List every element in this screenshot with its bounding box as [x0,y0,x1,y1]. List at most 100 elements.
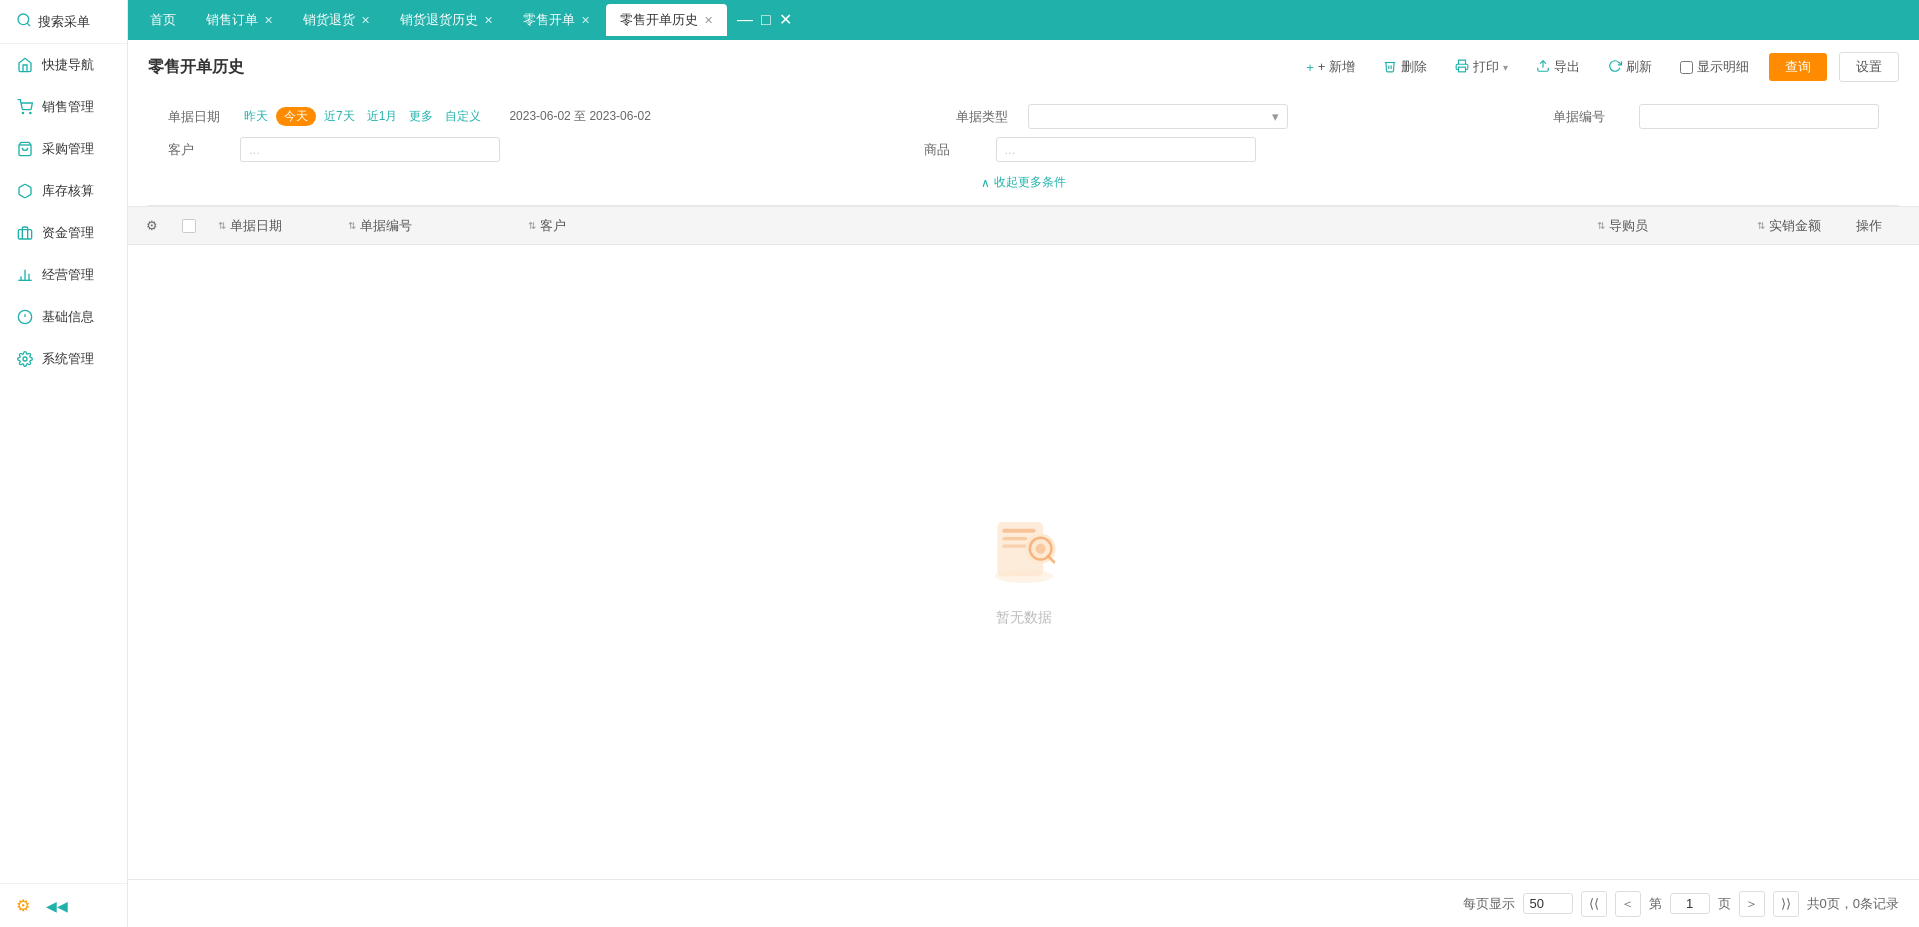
svg-point-0 [18,14,29,25]
tab-sales-return[interactable]: 销货退货 ✕ [289,4,384,36]
sidebar-collapse-icon[interactable]: ◀◀ [46,898,68,914]
product-input-placeholder: ... [1005,142,1016,157]
col-settings[interactable]: ⚙ [138,218,174,233]
date-today[interactable]: 今天 [276,107,316,126]
sidebar-item-finance-mgmt[interactable]: 资金管理 [0,212,127,254]
display-cols-button[interactable]: 显示明细 [1672,54,1757,80]
refresh-button[interactable]: 刷新 [1600,54,1660,80]
sidebar-item-label: 库存核算 [42,182,94,200]
tab-close-icon[interactable]: ✕ [264,15,273,26]
tab-home[interactable]: 首页 [136,4,190,36]
print-button[interactable]: 打印 ▾ [1447,54,1516,80]
sidebar-item-purchase-mgmt[interactable]: 采购管理 [0,128,127,170]
date-1month[interactable]: 近1月 [363,107,402,126]
page-label: 第 [1649,895,1662,913]
col-amount-header[interactable]: ⇅ 实销金额 [1709,217,1829,235]
toolbar: + + 新增 删除 [1298,52,1899,82]
svg-point-2 [22,112,23,113]
customer-input-placeholder: ... [249,142,260,157]
first-page-button[interactable]: ⟨⟨ [1581,891,1607,917]
settings-col-icon: ⚙ [146,218,158,233]
customer-filter-label: 客户 [168,141,224,159]
sidebar-item-label: 系统管理 [42,350,94,368]
col-guide-header[interactable]: ⇅ 导购员 [1589,217,1709,235]
print-icon [1455,59,1469,76]
sidebar-item-stock-mgmt[interactable]: 库存核算 [0,170,127,212]
number-filter-label: 单据编号 [1553,108,1623,126]
tab-sales-order[interactable]: 销售订单 ✕ [192,4,287,36]
tab-retail-open-history[interactable]: 零售开单历史 ✕ [606,4,727,36]
prev-page-button[interactable]: ＜ [1615,891,1641,917]
search-icon [16,12,32,31]
tab-retail-open[interactable]: 零售开单 ✕ [509,4,604,36]
page-title-row: 零售开单历史 + + 新增 删除 [148,52,1899,82]
empty-state: 暂无数据 [128,245,1919,879]
sidebar-item-quick-nav[interactable]: 快捷导航 [0,44,127,86]
tab-close-icon[interactable]: ✕ [361,15,370,26]
bag-icon [16,140,34,158]
type-filter-select[interactable]: ▾ [1028,104,1288,129]
refresh-icon [1608,59,1622,76]
sidebar-item-basic-info[interactable]: 基础信息 [0,296,127,338]
box-icon [16,182,34,200]
svg-rect-14 [1459,67,1466,72]
col-customer-header[interactable]: ⇅ 客户 [520,217,1589,235]
svg-rect-19 [1002,537,1027,540]
add-button[interactable]: + + 新增 [1298,54,1363,80]
page-header: 零售开单历史 + + 新增 删除 [128,40,1919,207]
col-action-header: 操作 [1829,217,1909,235]
sidebar-item-sales-mgmt[interactable]: 销售管理 [0,86,127,128]
page-unit: 页 [1718,895,1731,913]
collapse-filter-btn[interactable]: ∧ 收起更多条件 [168,170,1879,195]
last-page-button[interactable]: ⟩⟩ [1773,891,1799,917]
svg-point-24 [1035,544,1045,554]
tab-close-icon[interactable]: ✕ [704,15,713,26]
date-more[interactable]: 更多 [405,107,437,126]
svg-point-3 [30,112,31,113]
col-date-header[interactable]: ⇅ 单据日期 [210,217,340,235]
select-all-checkbox[interactable] [182,219,196,233]
query-button[interactable]: 查询 [1769,53,1827,81]
product-filter-input[interactable]: ... [996,137,1256,162]
number-filter-input[interactable] [1639,104,1879,129]
col-number-header[interactable]: ⇅ 单据编号 [340,217,520,235]
delete-button[interactable]: 删除 [1375,54,1435,80]
tab-sales-return-history[interactable]: 销货退货历史 ✕ [386,4,507,36]
sidebar: 搜索采单 快捷导航 销售管理 采购管理 [0,0,128,927]
page-title: 零售开单历史 [148,57,244,78]
close-button[interactable]: ✕ [779,12,792,28]
per-page-select[interactable]: 50 20 100 [1523,893,1573,914]
bottom-settings-icon[interactable]: ⚙ [16,896,30,915]
settings-button[interactable]: 设置 [1839,52,1899,82]
date-7days[interactable]: 近7天 [320,107,359,126]
customer-filter-input[interactable]: ... [240,137,500,162]
current-page-input[interactable] [1670,893,1710,914]
date-range-display: 2023-06-02 至 2023-06-02 [509,108,650,125]
col-check[interactable] [174,219,210,233]
cart-icon [16,98,34,116]
maximize-button[interactable]: □ [761,12,771,28]
date-custom[interactable]: 自定义 [441,107,485,126]
info-icon [16,308,34,326]
sidebar-item-sys-mgmt[interactable]: 系统管理 [0,338,127,380]
date-yesterday[interactable]: 昨天 [240,107,272,126]
tab-close-icon[interactable]: ✕ [484,15,493,26]
gear-icon [16,350,34,368]
sort-icon: ⇅ [218,220,226,231]
sidebar-search-label: 搜索采单 [38,13,90,31]
main-area: 首页 销售订单 ✕ 销货退货 ✕ 销货退货历史 ✕ 零售开单 ✕ 零售开单历史 … [128,0,1919,927]
display-cols-checkbox[interactable] [1680,61,1693,74]
tab-close-icon[interactable]: ✕ [581,15,590,26]
svg-rect-5 [18,230,31,239]
sidebar-search[interactable]: 搜索采单 [0,0,127,44]
next-page-button[interactable]: ＞ [1739,891,1765,917]
sidebar-item-label: 采购管理 [42,140,94,158]
export-button[interactable]: 导出 [1528,54,1588,80]
sidebar-item-ops-mgmt[interactable]: 经营管理 [0,254,127,296]
money-icon [16,224,34,242]
minimize-button[interactable]: — [737,12,753,28]
add-icon: + [1306,60,1314,75]
chart-icon [16,266,34,284]
filter-area: 单据日期 昨天 今天 近7天 近1月 更多 自定义 2023-06-02 至 2… [148,94,1899,206]
filter-row-1: 单据日期 昨天 今天 近7天 近1月 更多 自定义 2023-06-02 至 2… [168,104,1879,129]
